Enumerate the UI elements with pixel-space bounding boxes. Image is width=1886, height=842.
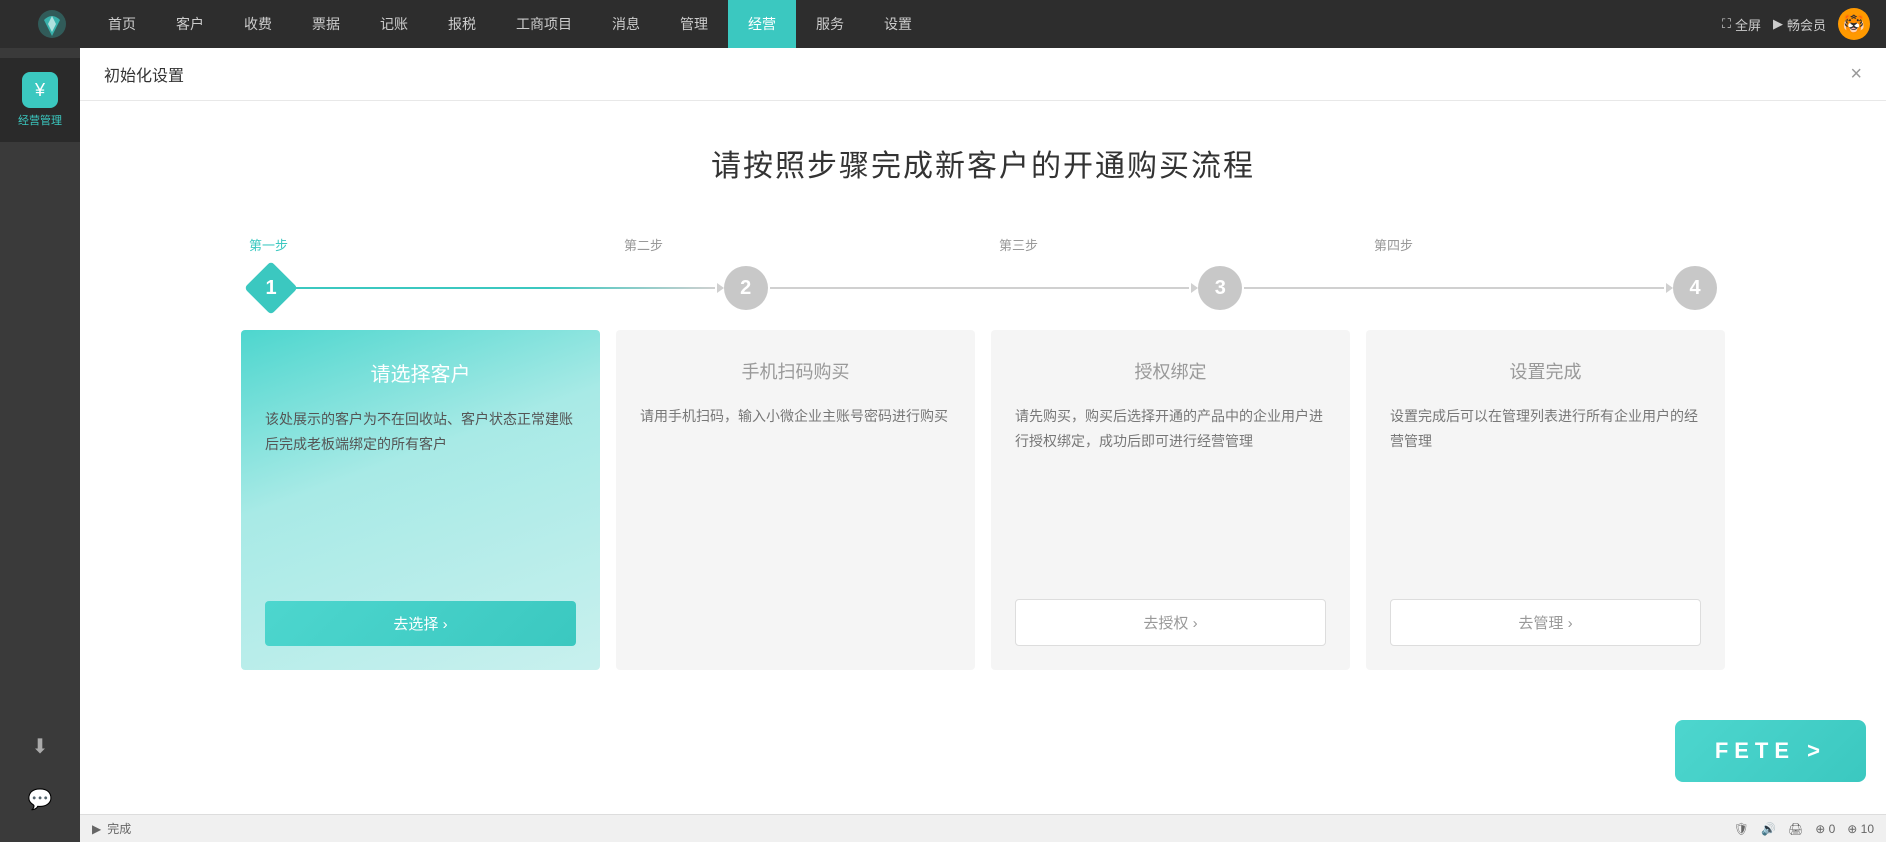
card-desc-3: 请先购买，购买后选择开通的产品中的企业用户进行授权绑定，成功后即可进行经营管理 bbox=[1015, 404, 1326, 575]
page-title: 初始化设置 bbox=[104, 62, 184, 86]
step-label-2: 第二步 bbox=[608, 235, 983, 254]
content-header: 初始化设置 × bbox=[80, 48, 1886, 101]
nav-item-bookkeeping[interactable]: 记账 bbox=[360, 0, 428, 48]
nav-item-fee[interactable]: 收费 bbox=[224, 0, 292, 48]
wizard-title: 请按照步骤完成新客户的开通购买流程 bbox=[711, 141, 1255, 185]
nav-item-manage[interactable]: 管理 bbox=[660, 0, 728, 48]
card-desc-2: 请用手机扫码，输入小微企业主账号密码进行购买 bbox=[640, 404, 951, 646]
nav-item-message[interactable]: 消息 bbox=[592, 0, 660, 48]
play-icon: ▶ bbox=[92, 822, 101, 836]
nav-item-service[interactable]: 服务 bbox=[796, 0, 864, 48]
download-icon: ⬇ bbox=[32, 734, 49, 759]
status-bar: ▶ 完成 🛡 🔊 🖨 ⊕ 0 ⊕ 10 bbox=[80, 814, 1886, 842]
step-card-4: 设置完成 设置完成后可以在管理列表进行所有企业用户的经营管理 去管理 › bbox=[1366, 330, 1725, 670]
step-line-1-2 bbox=[295, 287, 715, 289]
wizard-container: 请按照步骤完成新客户的开通购买流程 第一步 第二步 第三步 第四步 1 2 bbox=[80, 101, 1886, 814]
step-number-1: 1 bbox=[265, 277, 276, 300]
step-line-2-3 bbox=[770, 287, 1190, 289]
nav-item-tax[interactable]: 报税 bbox=[428, 0, 496, 48]
nav-right: ⛶ 全屏 ▶ 畅会员 🐯 bbox=[1722, 8, 1870, 40]
operation-icon: ¥ bbox=[22, 72, 58, 108]
sidebar-item-operation[interactable]: ¥ 经营管理 bbox=[0, 58, 80, 142]
step-line-3-4 bbox=[1244, 287, 1664, 289]
card-btn-area-3: 去授权 › bbox=[1015, 575, 1326, 646]
nav-item-operation[interactable]: 经营 bbox=[728, 0, 796, 48]
sidebar-item-support[interactable]: 💬 bbox=[0, 773, 80, 826]
support-icon: 💬 bbox=[28, 787, 53, 812]
fete-banner[interactable]: FETE > bbox=[1675, 720, 1866, 782]
nav-item-ticket[interactable]: 票据 bbox=[292, 0, 360, 48]
card-title-4: 设置完成 bbox=[1390, 358, 1701, 384]
nav-logo bbox=[16, 8, 88, 40]
cards-row: 请选择客户 该处展示的客户为不在回收站、客户状态正常建账后完成老板端绑定的所有客… bbox=[233, 330, 1733, 670]
card-desc-1: 该处展示的客户为不在回收站、客户状态正常建账后完成老板端绑定的所有客户 bbox=[265, 407, 576, 577]
step-arrow-1-2 bbox=[717, 283, 724, 293]
main-content-area: 初始化设置 × 请按照步骤完成新客户的开通购买流程 第一步 第二步 第三步 第四… bbox=[80, 48, 1886, 842]
fullscreen-icon: ⛶ bbox=[1722, 16, 1731, 32]
step-labels-row: 第一步 第二步 第三步 第四步 bbox=[233, 235, 1733, 254]
status-count-2: ⊕ 10 bbox=[1847, 822, 1874, 836]
card-title-1: 请选择客户 bbox=[265, 358, 576, 387]
step-label-4: 第四步 bbox=[1358, 235, 1733, 254]
card-btn-area-4: 去管理 › bbox=[1390, 575, 1701, 646]
card-title-2: 手机扫码购买 bbox=[640, 358, 951, 384]
go-manage-button[interactable]: 去管理 › bbox=[1390, 599, 1701, 646]
go-select-button[interactable]: 去选择 › bbox=[265, 601, 576, 646]
step-arrow-2-3 bbox=[1191, 283, 1198, 293]
nav-items: 首页 客户 收费 票据 记账 报税 工商项目 消息 管理 经营 服务 设置 bbox=[88, 0, 1722, 48]
step-label-3: 第三步 bbox=[983, 235, 1358, 254]
sidebar-item-download[interactable]: ⬇ bbox=[0, 720, 80, 773]
step-card-3: 授权绑定 请先购买，购买后选择开通的产品中的企业用户进行授权绑定，成功后即可进行… bbox=[991, 330, 1350, 670]
top-nav: 首页 客户 收费 票据 记账 报税 工商项目 消息 管理 经营 服务 设置 ⛶ … bbox=[0, 0, 1886, 48]
step-card-1: 请选择客户 该处展示的客户为不在回收站、客户状态正常建账后完成老板端绑定的所有客… bbox=[241, 330, 600, 670]
step-label-1: 第一步 bbox=[233, 235, 608, 254]
step-indicator-1: 1 bbox=[249, 266, 293, 310]
status-count-1: ⊕ 0 bbox=[1815, 822, 1835, 836]
status-bar-left: ▶ 完成 bbox=[92, 820, 131, 837]
vip-icon: ▶ bbox=[1773, 16, 1783, 32]
print-icon: 🖨 bbox=[1788, 822, 1803, 836]
step-indicator-4: 4 bbox=[1673, 266, 1717, 310]
nav-item-customer[interactable]: 客户 bbox=[156, 0, 224, 48]
main-layout: ¥ 经营管理 ⬇ 💬 初始化设置 × 请按照步骤完成新客户的开通购买流程 第一步… bbox=[0, 48, 1886, 842]
sidebar-bottom: ⬇ 💬 bbox=[0, 720, 80, 842]
go-authorize-button[interactable]: 去授权 › bbox=[1015, 599, 1326, 646]
status-bar-right: 🛡 🔊 🖨 ⊕ 0 ⊕ 10 bbox=[1734, 822, 1874, 836]
step-indicator-2: 2 bbox=[724, 266, 768, 310]
card-desc-4: 设置完成后可以在管理列表进行所有企业用户的经营管理 bbox=[1390, 404, 1701, 575]
user-avatar[interactable]: 🐯 bbox=[1838, 8, 1870, 40]
shield-icon: 🛡 bbox=[1734, 822, 1749, 836]
nav-item-home[interactable]: 首页 bbox=[88, 0, 156, 48]
steps-visual-row: 1 2 3 4 bbox=[233, 266, 1733, 310]
sidebar: ¥ 经营管理 ⬇ 💬 bbox=[0, 48, 80, 842]
step-card-2: 手机扫码购买 请用手机扫码，输入小微企业主账号密码进行购买 bbox=[616, 330, 975, 670]
nav-item-business[interactable]: 工商项目 bbox=[496, 0, 592, 48]
card-title-3: 授权绑定 bbox=[1015, 358, 1326, 384]
nav-item-settings[interactable]: 设置 bbox=[864, 0, 932, 48]
vip-button[interactable]: ▶ 畅会员 bbox=[1773, 15, 1826, 34]
close-button[interactable]: × bbox=[1850, 64, 1862, 84]
step-indicator-3: 3 bbox=[1198, 266, 1242, 310]
status-text: 完成 bbox=[107, 820, 131, 837]
step-arrow-3-4 bbox=[1666, 283, 1673, 293]
fullscreen-button[interactable]: ⛶ 全屏 bbox=[1722, 15, 1761, 34]
card-btn-area-1: 去选择 › bbox=[265, 577, 576, 646]
volume-icon: 🔊 bbox=[1761, 822, 1776, 836]
